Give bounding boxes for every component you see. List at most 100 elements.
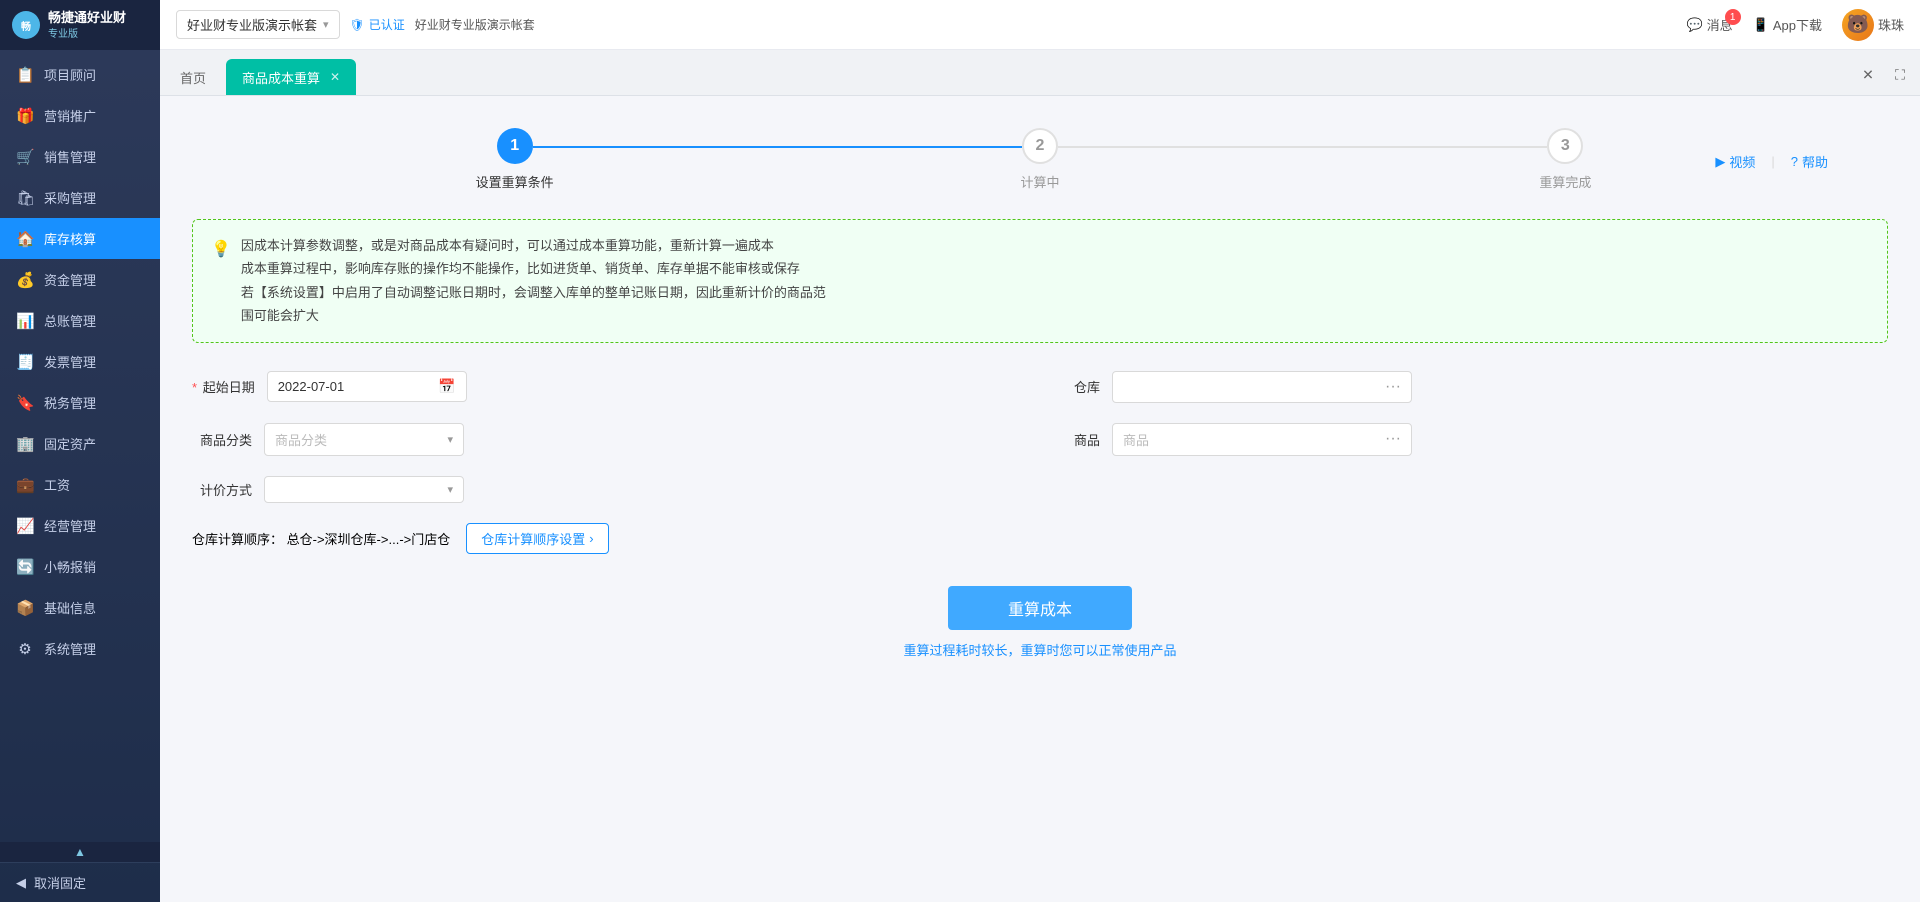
sidebar-item-expense[interactable]: 🔄小畅报销 — [0, 546, 160, 587]
form-row-2: 商品分类 商品分类 ▾ 商品 商品 ··· — [192, 423, 1888, 456]
recalc-btn[interactable]: 重算成本 — [948, 586, 1132, 630]
category-chevron-icon: ▾ — [447, 433, 453, 446]
sidebar-label-inventory: 库存核算 — [44, 229, 96, 248]
sidebar-item-purchase[interactable]: 🛍采购管理 — [0, 177, 160, 218]
inventory-icon: 🏠 — [16, 230, 34, 248]
sidebar-item-sales[interactable]: 🛒 销售管理 — [0, 136, 160, 177]
sidebar-label-sales: 销售管理 — [44, 147, 96, 166]
sidebar-item-inventory[interactable]: 🏠 库存核算 — [0, 218, 160, 259]
system-icon: ⚙ — [16, 640, 34, 658]
sales-icon: 🛒 — [16, 148, 34, 166]
verified-badge: 🛡 已认证 — [350, 16, 405, 33]
sidebar-label-tax: 税务管理 — [44, 393, 96, 412]
sidebar-item-marketing[interactable]: 🎁营销推广 — [0, 95, 160, 136]
step-2: 2 计算中 — [777, 128, 1302, 191]
step-1-circle: 1 — [497, 128, 533, 164]
start-date-field: * 起始日期 2022-07-01 📅 — [192, 371, 1020, 402]
sidebar-item-system[interactable]: ⚙系统管理 — [0, 628, 160, 669]
tab-home[interactable]: 首页 — [164, 59, 222, 95]
recalc-hint: 重算过程耗时较长，重算时您可以正常使用产品 — [903, 640, 1176, 659]
start-date-value: 2022-07-01 — [278, 379, 345, 394]
sidebar-header: 畅 畅捷通好业财 专业版 — [0, 0, 160, 50]
warehouse-label: 仓库 — [1060, 377, 1100, 396]
sidebar-item-invoice[interactable]: 🧾发票管理 — [0, 341, 160, 382]
sidebar-label-payroll: 工资 — [44, 475, 70, 494]
sidebar-item-finance[interactable]: 💰资金管理 — [0, 259, 160, 300]
app-download-btn[interactable]: 📱 App下载 — [1753, 15, 1822, 34]
sidebar-item-project[interactable]: 📋项目顾问 — [0, 54, 160, 95]
warehouse-order-settings-btn[interactable]: 仓库计算顺序设置 › — [466, 523, 608, 554]
sidebar-label-marketing: 营销推广 — [44, 106, 96, 125]
verified-text: 已认证 — [369, 16, 405, 33]
sidebar-item-tax[interactable]: 🔖税务管理 — [0, 382, 160, 423]
unpin-label: 取消固定 — [34, 873, 86, 892]
product-input[interactable]: 商品 ··· — [1112, 423, 1412, 456]
recalc-section: 重算成本 重算过程耗时较长，重算时您可以正常使用产品 — [192, 586, 1888, 659]
start-date-input[interactable]: 2022-07-01 📅 — [267, 371, 467, 402]
tab-home-label: 首页 — [180, 68, 206, 87]
sidebar-label-invoice: 发票管理 — [44, 352, 96, 371]
warehouse-order-btn-label: 仓库计算顺序设置 — [481, 529, 585, 548]
info-line-3: 若【系统设置】中启用了自动调整记账日期时，会调整入库单的整单记账日期，因此重新计… — [241, 281, 826, 304]
sidebar-label-operation: 经营管理 — [44, 516, 96, 535]
warehouse-input[interactable]: ··· — [1112, 371, 1412, 403]
topbar-actions: 💬 消息 1 📱 App下载 🐻 珠珠 — [1686, 9, 1904, 41]
pricing-select[interactable]: ▾ — [264, 476, 464, 503]
tabbar-controls: ✕ ⛶ — [1856, 63, 1912, 87]
account-selector[interactable]: 好业财专业版演示帐套 ▾ — [176, 10, 340, 39]
info-content: 因成本计算参数调整，或是对商品成本有疑问时，可以通过成本重算功能，重新计算一遍成… — [241, 234, 826, 328]
message-badge: 1 — [1725, 9, 1741, 25]
sidebar-label-assets: 固定资产 — [44, 434, 96, 453]
sidebar-item-accounting[interactable]: 📊 总账管理 — [0, 300, 160, 341]
basic-icon: 📦 — [16, 599, 34, 617]
warehouse-order-chevron-icon: › — [589, 531, 593, 546]
close-tab-btn[interactable]: ✕ — [1856, 63, 1880, 87]
sidebar-item-payroll[interactable]: 💼 工资 — [0, 464, 160, 505]
app-download-label: App下载 — [1773, 15, 1822, 34]
unpin-icon: ◀ — [16, 875, 26, 891]
sidebar-item-assets[interactable]: 🏢 固定资产 — [0, 423, 160, 464]
tab-recalc-close-icon[interactable]: ✕ — [330, 70, 340, 84]
sidebar-item-operation[interactable]: 📈经营管理 — [0, 505, 160, 546]
assets-icon: 🏢 — [16, 435, 34, 453]
sidebar-item-basic[interactable]: 📦 基础信息 — [0, 587, 160, 628]
phone-icon: 📱 — [1753, 17, 1769, 33]
product-dots-icon: ··· — [1385, 430, 1401, 448]
pricing-field: 计价方式 ▾ — [192, 476, 1020, 503]
accounting-icon: 📊 — [16, 312, 34, 330]
start-date-label: * 起始日期 — [192, 377, 255, 396]
info-line-1: 因成本计算参数调整，或是对商品成本有疑问时，可以通过成本重算功能，重新计算一遍成… — [241, 234, 826, 257]
category-placeholder: 商品分类 — [275, 430, 327, 449]
step-2-line — [1058, 146, 1547, 148]
warehouse-order-label: 仓库计算顺序： 总仓->深圳仓库->...->门店仓 — [192, 529, 450, 548]
info-line-2: 成本重算过程中，影响库存账的操作均不能操作，比如进货单、销货单、库存单据不能审核… — [241, 257, 826, 280]
calendar-icon: 📅 — [438, 378, 455, 395]
user-profile-btn[interactable]: 🐻 珠珠 — [1842, 9, 1904, 41]
account-chevron-icon: ▾ — [323, 18, 329, 31]
sidebar-label-project: 项目顾问 — [44, 65, 96, 84]
product-label: 商品 — [1060, 430, 1100, 449]
tab-recalc[interactable]: 商品成本重算 ✕ — [226, 59, 356, 95]
product-field: 商品 商品 ··· — [1060, 423, 1888, 456]
main-area: 好业财专业版演示帐套 ▾ 🛡 已认证 好业财专业版演示帐套 💬 消息 1 📱 A… — [160, 0, 1920, 902]
purchase-icon: 🛍 — [16, 189, 34, 207]
message-btn[interactable]: 💬 消息 1 — [1686, 15, 1732, 34]
step-3-label: 重算完成 — [1539, 172, 1591, 191]
category-label: 商品分类 — [192, 430, 252, 449]
step-3: 3 重算完成 — [1303, 128, 1828, 191]
warehouse-field: 仓库 ··· — [1060, 371, 1888, 403]
warehouse-dots-icon: ··· — [1385, 378, 1401, 396]
step-2-circle: 2 — [1022, 128, 1058, 164]
category-field: 商品分类 商品分类 ▾ — [192, 423, 1020, 456]
user-name: 珠珠 — [1878, 15, 1904, 34]
sidebar-footer[interactable]: ◀ 取消固定 — [0, 862, 160, 902]
expand-tab-btn[interactable]: ⛶ — [1888, 63, 1912, 87]
pricing-label: 计价方式 — [192, 480, 252, 499]
sidebar-label-finance: 资金管理 — [44, 270, 96, 289]
form-row-3: 计价方式 ▾ — [192, 476, 1888, 503]
sidebar-label-accounting: 总账管理 — [44, 311, 96, 330]
step-1-label: 设置重算条件 — [476, 172, 554, 191]
sidebar-label-basic: 基础信息 — [44, 598, 96, 617]
category-select[interactable]: 商品分类 ▾ — [264, 423, 464, 456]
payroll-icon: 💼 — [16, 476, 34, 494]
